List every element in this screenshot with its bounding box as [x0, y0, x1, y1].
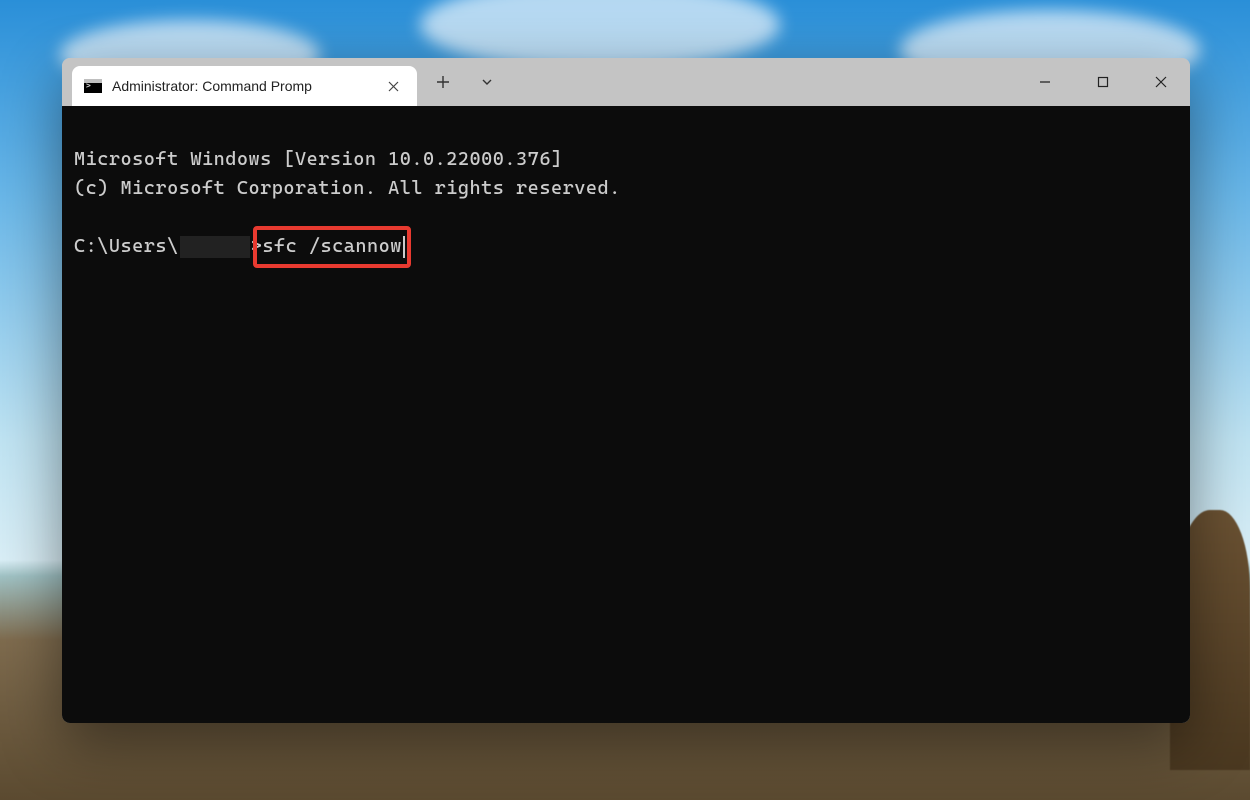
tab-title: Administrator: Command Promp: [112, 78, 371, 94]
maximize-icon: [1097, 76, 1109, 88]
plus-icon: [436, 75, 450, 89]
tab-command-prompt[interactable]: Administrator: Command Promp: [72, 66, 417, 106]
terminal-prompt-line: C:\Users\ >sfc /scannow: [74, 232, 1178, 261]
terminal-line-version: Microsoft Windows [Version 10.0.22000.37…: [74, 148, 563, 170]
prompt-suffix: >: [251, 232, 263, 261]
redacted-username: [180, 236, 250, 258]
close-window-button[interactable]: [1132, 58, 1190, 106]
window-controls: [1016, 58, 1190, 106]
tab-close-button[interactable]: [381, 74, 405, 98]
command-highlight-box: sfc /scannow: [262, 232, 402, 261]
terminal-body[interactable]: Microsoft Windows [Version 10.0.22000.37…: [62, 106, 1190, 723]
titlebar[interactable]: Administrator: Command Promp: [62, 58, 1190, 106]
terminal-line-copyright: (c) Microsoft Corporation. All rights re…: [74, 177, 621, 199]
new-tab-button[interactable]: [423, 62, 463, 102]
minimize-icon: [1039, 76, 1051, 88]
text-cursor: [403, 236, 405, 258]
prompt-prefix: C:\Users\: [74, 232, 179, 261]
minimize-button[interactable]: [1016, 58, 1074, 106]
typed-command: sfc /scannow: [262, 235, 402, 257]
close-icon: [1155, 76, 1167, 88]
chevron-down-icon: [480, 75, 494, 89]
cmd-icon: [84, 79, 102, 93]
close-icon: [388, 81, 399, 92]
maximize-button[interactable]: [1074, 58, 1132, 106]
tab-dropdown-button[interactable]: [467, 62, 507, 102]
terminal-window: Administrator: Command Promp: [62, 58, 1190, 723]
tabstrip-controls: [423, 58, 507, 106]
